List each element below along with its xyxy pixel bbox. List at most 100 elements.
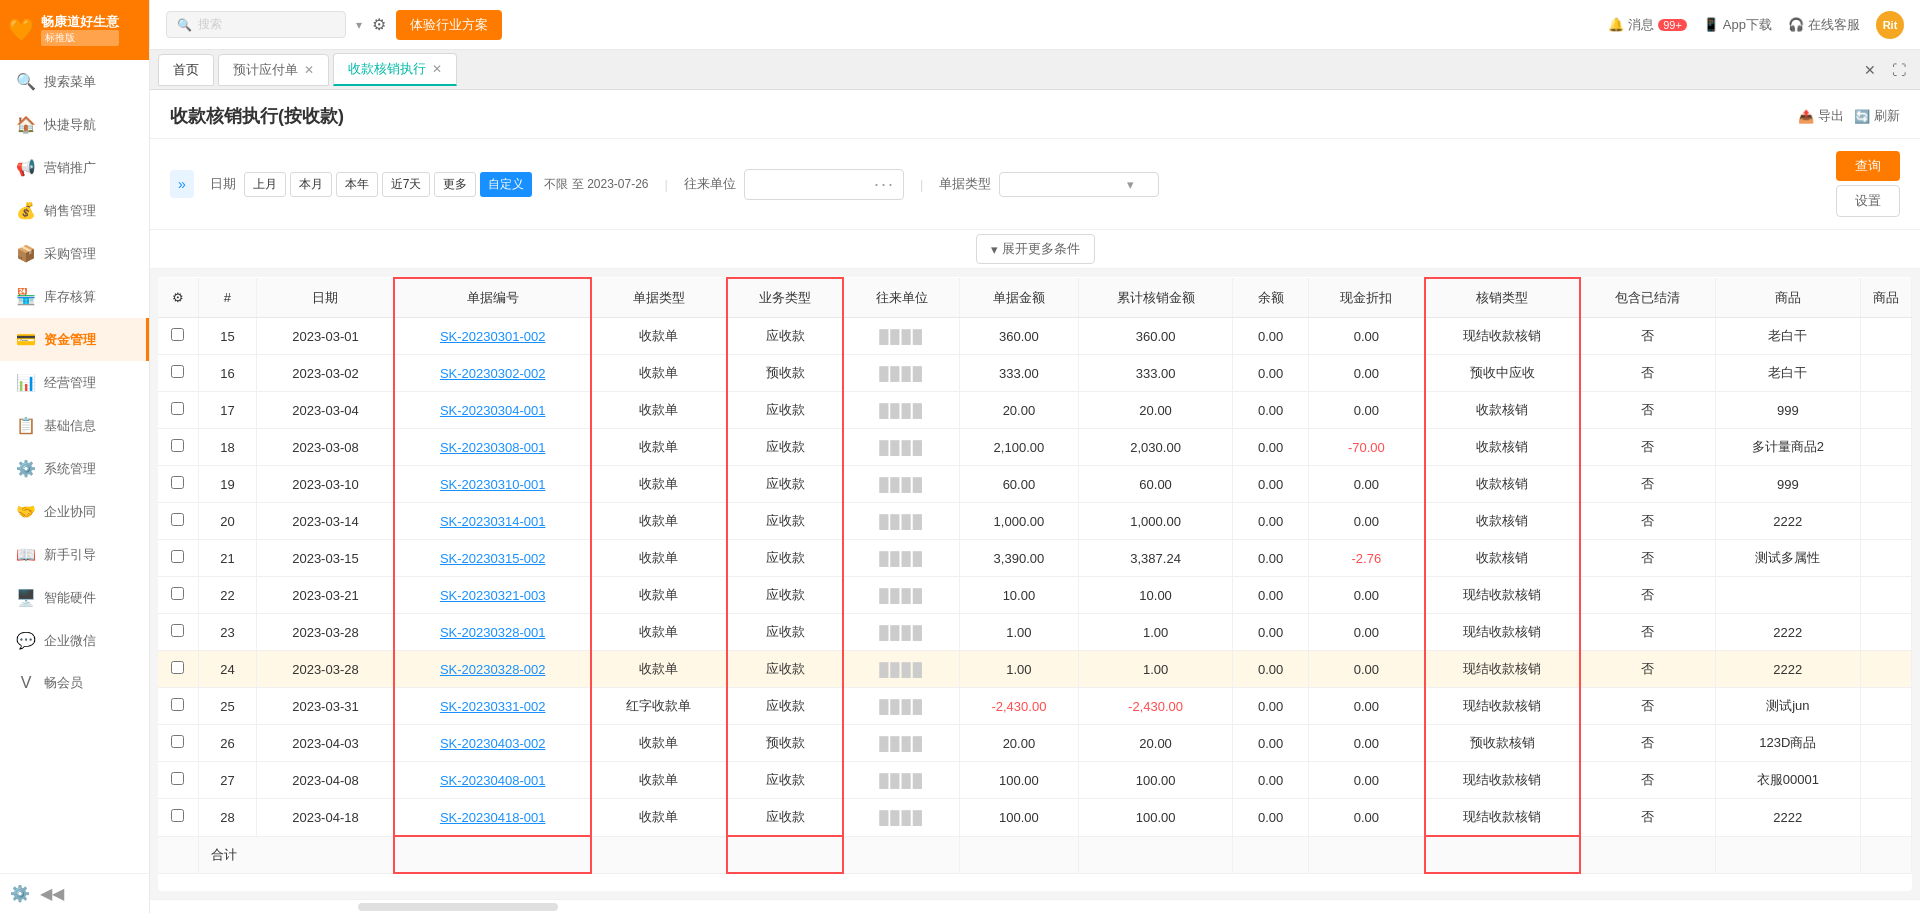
cell-checkbox[interactable] (158, 762, 198, 799)
cell-checkbox[interactable] (158, 577, 198, 614)
tab-payable[interactable]: 预计应付单 ✕ (218, 54, 329, 86)
row-checkbox[interactable] (171, 439, 184, 452)
app-download-button[interactable]: 📱 App下载 (1703, 16, 1772, 34)
cell-has-settled: 否 (1580, 799, 1715, 837)
row-checkbox[interactable] (171, 365, 184, 378)
cell-goods2 (1861, 429, 1912, 466)
sidebar-item-basic[interactable]: 📋 基础信息 (0, 404, 149, 447)
partner-input[interactable]: ··· (744, 169, 904, 200)
cell-biz-type: 应收款 (727, 799, 844, 837)
row-checkbox[interactable] (171, 328, 184, 341)
cell-checkbox[interactable] (158, 540, 198, 577)
cell-order-no[interactable]: SK-20230304-001 (394, 392, 591, 429)
cell-checkbox[interactable] (158, 466, 198, 503)
payable-tab-close-icon[interactable]: ✕ (304, 63, 314, 77)
cell-order-no[interactable]: SK-20230310-001 (394, 466, 591, 503)
row-checkbox[interactable] (171, 772, 184, 785)
row-checkbox[interactable] (171, 809, 184, 822)
sidebar-nav: 🔍 搜索菜单 🏠 快捷导航 📢 营销推广 💰 销售管理 📦 采购管理 🏪 库存核… (0, 60, 149, 873)
collapse-sidebar-icon[interactable]: ◀◀ (40, 884, 64, 903)
horizontal-scrollbar[interactable] (358, 903, 558, 911)
col-header-settings[interactable]: ⚙ (158, 278, 198, 318)
topbar-gear-icon[interactable]: ⚙ (372, 15, 386, 34)
sidebar-item-funds[interactable]: 💳 资金管理 (0, 318, 149, 361)
cell-checkbox[interactable] (158, 429, 198, 466)
row-checkbox[interactable] (171, 550, 184, 563)
last-month-button[interactable]: 上月 (244, 172, 286, 197)
cell-order-no[interactable]: SK-20230308-001 (394, 429, 591, 466)
cell-checkbox[interactable] (158, 318, 198, 355)
sidebar-item-purchase[interactable]: 📦 采购管理 (0, 232, 149, 275)
cell-partner: ████ (843, 614, 959, 651)
custom-date-button[interactable]: 自定义 (480, 172, 532, 197)
cell-order-no[interactable]: SK-20230301-002 (394, 318, 591, 355)
row-checkbox[interactable] (171, 402, 184, 415)
cell-amount: 20.00 (959, 392, 1078, 429)
cell-checkbox[interactable] (158, 725, 198, 762)
sidebar-item-sales[interactable]: 💰 销售管理 (0, 189, 149, 232)
cell-order-no[interactable]: SK-20230408-001 (394, 762, 591, 799)
maximize-window-icon[interactable]: ⛶ (1886, 60, 1912, 80)
more-date-button[interactable]: 更多 (434, 172, 476, 197)
settings-filter-button[interactable]: 设置 (1836, 185, 1900, 217)
row-checkbox[interactable] (171, 624, 184, 637)
sidebar-item-operations[interactable]: 📊 经营管理 (0, 361, 149, 404)
row-checkbox[interactable] (171, 513, 184, 526)
close-window-icon[interactable]: ✕ (1858, 60, 1882, 80)
topbar-search-box[interactable]: 🔍 搜索 (166, 11, 346, 38)
cell-order-no[interactable]: SK-20230302-002 (394, 355, 591, 392)
cell-checkbox[interactable] (158, 355, 198, 392)
cell-order-no[interactable]: SK-20230331-002 (394, 688, 591, 725)
sidebar-item-collab[interactable]: 🤝 企业协同 (0, 490, 149, 533)
row-checkbox[interactable] (171, 476, 184, 489)
sidebar-item-hardware[interactable]: 🖥️ 智能硬件 (0, 576, 149, 619)
doc-type-select[interactable]: ▾ (999, 172, 1159, 197)
sidebar-item-marketing[interactable]: 📢 营销推广 (0, 146, 149, 189)
row-checkbox[interactable] (171, 698, 184, 711)
cell-order-no[interactable]: SK-20230328-001 (394, 614, 591, 651)
sidebar-item-inventory[interactable]: 🏪 库存核算 (0, 275, 149, 318)
cell-order-no[interactable]: SK-20230403-002 (394, 725, 591, 762)
sidebar-item-search[interactable]: 🔍 搜索菜单 (0, 60, 149, 103)
tab-home[interactable]: 首页 (158, 54, 214, 86)
topbar-dropdown-arrow[interactable]: ▾ (356, 18, 362, 32)
cell-checkbox[interactable] (158, 503, 198, 540)
notifications-button[interactable]: 🔔 消息 99+ (1608, 16, 1687, 34)
sidebar-item-guide[interactable]: 📖 新手引导 (0, 533, 149, 576)
tab-receivable-cancel[interactable]: 收款核销执行 ✕ (333, 53, 457, 86)
last-7-days-button[interactable]: 近7天 (382, 172, 431, 197)
export-button[interactable]: 📤 导出 (1798, 107, 1844, 125)
cell-checkbox[interactable] (158, 688, 198, 725)
data-table-container: ⚙ # 日期 单据编号 单据类型 业务类型 往来单位 单据金额 累计核销金额 余… (158, 277, 1912, 891)
cell-order-no[interactable]: SK-20230321-003 (394, 577, 591, 614)
cell-checkbox[interactable] (158, 392, 198, 429)
query-button[interactable]: 查询 (1836, 151, 1900, 181)
expand-more-button[interactable]: ▾ 展开更多条件 (976, 234, 1095, 264)
cell-checkbox[interactable] (158, 614, 198, 651)
cell-order-no[interactable]: SK-20230315-002 (394, 540, 591, 577)
row-checkbox[interactable] (171, 661, 184, 674)
sidebar-item-quick-nav[interactable]: 🏠 快捷导航 (0, 103, 149, 146)
settings-bottom-icon[interactable]: ⚙️ (10, 884, 30, 903)
cell-order-no[interactable]: SK-20230418-001 (394, 799, 591, 837)
row-checkbox[interactable] (171, 587, 184, 600)
receivable-cancel-tab-close-icon[interactable]: ✕ (432, 62, 442, 76)
sidebar-item-member[interactable]: V 畅会员 (0, 662, 149, 704)
refresh-button[interactable]: 🔄 刷新 (1854, 107, 1900, 125)
cell-date: 2023-03-04 (257, 392, 394, 429)
cell-cancel-amount: 360.00 (1079, 318, 1233, 355)
sidebar-item-system[interactable]: ⚙️ 系统管理 (0, 447, 149, 490)
row-checkbox[interactable] (171, 735, 184, 748)
industry-solution-button[interactable]: 体验行业方案 (396, 10, 502, 40)
this-month-button[interactable]: 本月 (290, 172, 332, 197)
cell-checkbox[interactable] (158, 799, 198, 837)
cell-checkbox[interactable] (158, 651, 198, 688)
filter-toggle-button[interactable]: » (170, 170, 194, 198)
this-year-button[interactable]: 本年 (336, 172, 378, 197)
sidebar-item-wechat[interactable]: 💬 企业微信 (0, 619, 149, 662)
col-settings-icon[interactable]: ⚙ (172, 290, 184, 305)
cell-order-no[interactable]: SK-20230314-001 (394, 503, 591, 540)
online-support-button[interactable]: 🎧 在线客服 (1788, 16, 1860, 34)
user-avatar[interactable]: Rit (1876, 11, 1904, 39)
cell-order-no[interactable]: SK-20230328-002 (394, 651, 591, 688)
